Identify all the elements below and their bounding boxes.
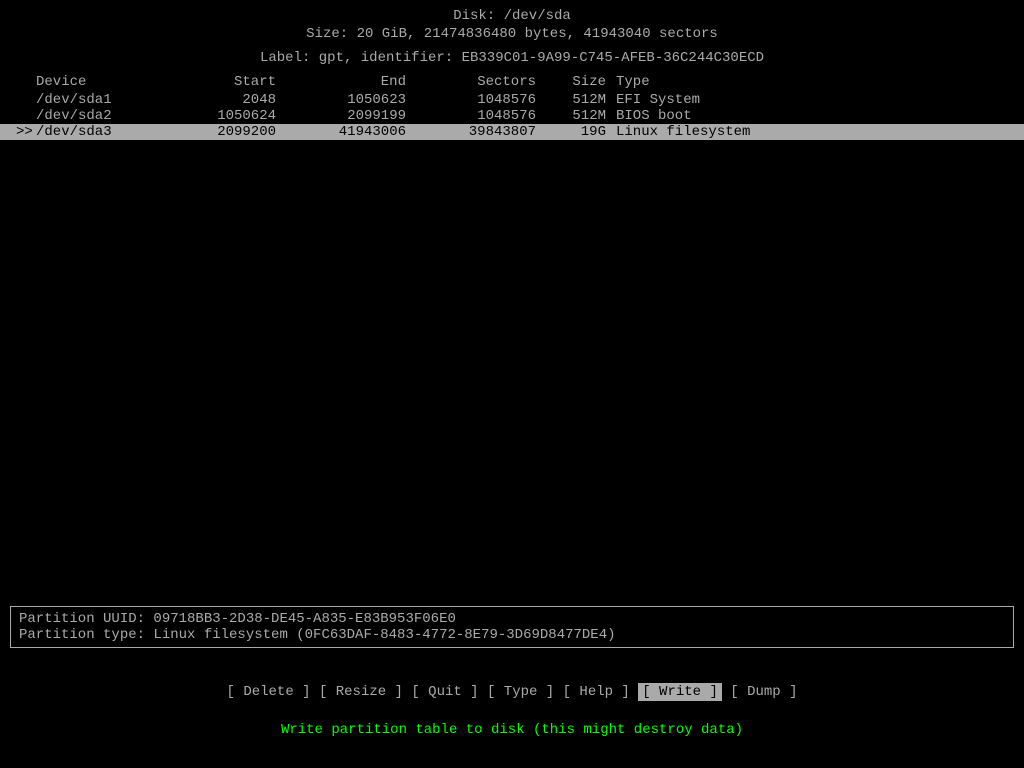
row-size: 512M xyxy=(556,92,616,108)
menu-item-delete[interactable]: [ Delete ] xyxy=(227,684,311,700)
row-end: 41943006 xyxy=(296,124,426,140)
indicator-header xyxy=(16,74,36,90)
partition-info-panel: Partition UUID: 09718BB3-2D38-DE45-A835-… xyxy=(10,606,1014,648)
row-sectors: 39843807 xyxy=(426,124,556,140)
col-header-device: Device xyxy=(36,74,166,90)
disk-label-line: Label: gpt, identifier: EB339C01-9A99-C7… xyxy=(0,50,1024,66)
col-header-end: End xyxy=(296,74,426,90)
row-indicator xyxy=(16,108,36,124)
row-end: 1050623 xyxy=(296,92,426,108)
menu-item-write[interactable]: [ Write ] xyxy=(638,683,722,701)
menu-item-quit[interactable]: [ Quit ] xyxy=(411,684,478,700)
status-text: Write partition table to disk (this migh… xyxy=(281,722,743,738)
table-row[interactable]: >> /dev/sda3 2099200 41943006 39843807 1… xyxy=(0,124,1024,140)
menu-item-resize[interactable]: [ Resize ] xyxy=(319,684,403,700)
table-row[interactable]: /dev/sda2 1050624 2099199 1048576 512M B… xyxy=(0,108,1024,124)
disk-size-line: Size: 20 GiB, 21474836480 bytes, 4194304… xyxy=(0,26,1024,42)
row-start: 1050624 xyxy=(166,108,296,124)
row-start: 2048 xyxy=(166,92,296,108)
status-line: Write partition table to disk (this migh… xyxy=(0,722,1024,738)
col-header-start: Start xyxy=(166,74,296,90)
row-indicator xyxy=(16,92,36,108)
menu-item-type[interactable]: [ Type ] xyxy=(487,684,554,700)
row-device: /dev/sda3 xyxy=(36,124,166,140)
bottom-menu: [ Delete ] [ Resize ] [ Quit ] [ Type ] … xyxy=(0,684,1024,700)
table-header: Device Start End Sectors Size Type xyxy=(0,74,1024,90)
row-start: 2099200 xyxy=(166,124,296,140)
col-header-size: Size xyxy=(556,74,616,90)
disk-title: Disk: /dev/sda xyxy=(0,8,1024,24)
partition-uuid-line: Partition UUID: 09718BB3-2D38-DE45-A835-… xyxy=(19,611,1005,627)
menu-item-help[interactable]: [ Help ] xyxy=(563,684,630,700)
row-device: /dev/sda1 xyxy=(36,92,166,108)
row-indicator: >> xyxy=(16,124,36,140)
row-sectors: 1048576 xyxy=(426,108,556,124)
disk-title-text: Disk: /dev/sda xyxy=(453,8,571,24)
row-type: Linux filesystem xyxy=(616,124,1008,140)
menu-item-dump[interactable]: [ Dump ] xyxy=(730,684,797,700)
disk-label-text: Label: gpt, identifier: EB339C01-9A99-C7… xyxy=(260,50,764,66)
row-device: /dev/sda2 xyxy=(36,108,166,124)
row-sectors: 1048576 xyxy=(426,92,556,108)
partition-table: /dev/sda1 2048 1050623 1048576 512M EFI … xyxy=(0,92,1024,140)
menu-items-container: [ Delete ] [ Resize ] [ Quit ] [ Type ] … xyxy=(227,683,798,701)
row-type: EFI System xyxy=(616,92,1008,108)
col-header-sectors: Sectors xyxy=(426,74,556,90)
disk-size-text: Size: 20 GiB, 21474836480 bytes, 4194304… xyxy=(306,26,718,42)
row-type: BIOS boot xyxy=(616,108,1008,124)
row-end: 2099199 xyxy=(296,108,426,124)
row-size: 19G xyxy=(556,124,616,140)
row-size: 512M xyxy=(556,108,616,124)
col-header-type: Type xyxy=(616,74,1008,90)
partition-type-line: Partition type: Linux filesystem (0FC63D… xyxy=(19,627,1005,643)
main-content: Disk: /dev/sda Size: 20 GiB, 21474836480… xyxy=(0,0,1024,140)
table-row[interactable]: /dev/sda1 2048 1050623 1048576 512M EFI … xyxy=(0,92,1024,108)
